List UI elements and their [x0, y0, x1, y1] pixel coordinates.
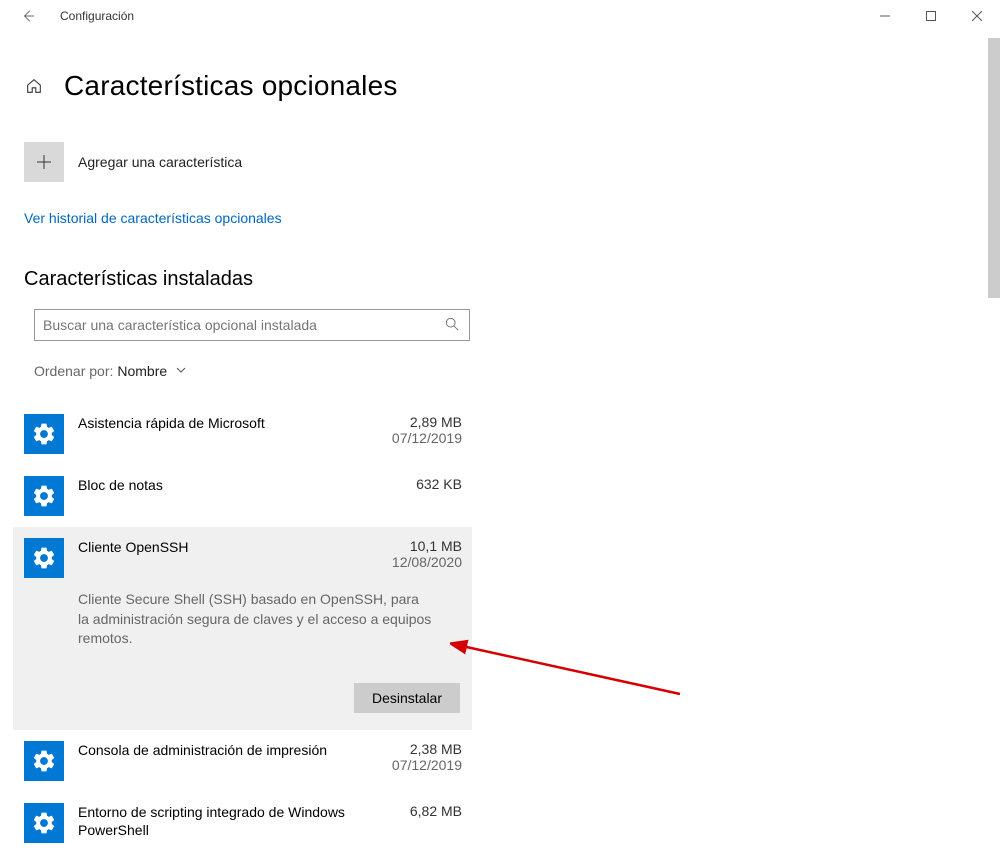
gear-icon [24, 741, 64, 781]
feature-item[interactable]: Entorno de scripting integrado de Window… [13, 792, 472, 854]
feature-name-wrap: Cliente OpenSSH [78, 538, 372, 556]
feature-meta: 6,82 MB [372, 803, 462, 819]
search-box[interactable] [34, 309, 470, 341]
gear-icon [24, 476, 64, 516]
window-controls [862, 0, 1000, 32]
scrollbar[interactable] [988, 38, 1000, 298]
plus-icon [24, 142, 64, 182]
add-feature-button[interactable]: Agregar una característica [24, 142, 976, 182]
feature-description: Cliente Secure Shell (SSH) basado en Ope… [78, 590, 462, 649]
feature-size: 10,1 MB [372, 538, 462, 554]
feature-row: Bloc de notas632 KB [24, 476, 462, 516]
feature-date: 12/08/2020 [372, 554, 462, 570]
maximize-button[interactable] [908, 0, 954, 32]
feature-size: 632 KB [372, 476, 462, 492]
search-icon [445, 317, 461, 333]
titlebar: Configuración [0, 0, 1000, 32]
history-link[interactable]: Ver historial de características opciona… [24, 210, 282, 226]
page-title: Características opcionales [64, 70, 398, 102]
chevron-down-icon [175, 363, 187, 379]
feature-row: Consola de administración de impresión2,… [24, 741, 462, 781]
feature-size: 2,38 MB [372, 741, 462, 757]
sort-label: Ordenar por: [34, 363, 113, 379]
feature-size: 6,82 MB [372, 803, 462, 819]
feature-name-wrap: Asistencia rápida de Microsoft [78, 414, 372, 432]
close-button[interactable] [954, 0, 1000, 32]
gear-icon [24, 803, 64, 843]
search-input[interactable] [43, 317, 445, 333]
app-title: Configuración [60, 9, 134, 23]
add-feature-label: Agregar una característica [78, 154, 242, 170]
feature-name-wrap: Consola de administración de impresión [78, 741, 372, 759]
feature-size: 2,89 MB [372, 414, 462, 430]
feature-name: Cliente OpenSSH [78, 538, 372, 556]
feature-name-wrap: Bloc de notas [78, 476, 372, 494]
home-icon[interactable] [24, 76, 44, 96]
feature-item[interactable]: Bloc de notas632 KB [13, 465, 472, 527]
back-button[interactable] [14, 2, 42, 30]
section-title: Características instaladas [24, 268, 976, 291]
feature-name: Bloc de notas [78, 476, 372, 494]
gear-icon [24, 414, 64, 454]
feature-meta: 632 KB [372, 476, 462, 492]
sort-dropdown[interactable]: Ordenar por: Nombre [34, 363, 976, 379]
feature-meta: 2,38 MB07/12/2019 [372, 741, 462, 773]
feature-name: Entorno de scripting integrado de Window… [78, 803, 372, 839]
feature-name-wrap: Entorno de scripting integrado de Window… [78, 803, 372, 839]
feature-name: Asistencia rápida de Microsoft [78, 414, 372, 432]
feature-row: Cliente OpenSSH10,1 MB12/08/2020 [24, 538, 462, 578]
feature-row: Asistencia rápida de Microsoft2,89 MB07/… [24, 414, 462, 454]
feature-item[interactable]: Cliente OpenSSH10,1 MB12/08/2020Cliente … [13, 527, 472, 730]
sort-value: Nombre [117, 363, 167, 379]
gear-icon [24, 538, 64, 578]
feature-date: 07/12/2019 [372, 430, 462, 446]
uninstall-row: Desinstalar [24, 683, 462, 713]
uninstall-button[interactable]: Desinstalar [354, 683, 460, 713]
feature-meta: 2,89 MB07/12/2019 [372, 414, 462, 446]
feature-row: Entorno de scripting integrado de Window… [24, 803, 462, 843]
feature-list: Asistencia rápida de Microsoft2,89 MB07/… [13, 403, 976, 854]
feature-item[interactable]: Consola de administración de impresión2,… [13, 730, 472, 792]
feature-item[interactable]: Asistencia rápida de Microsoft2,89 MB07/… [13, 403, 472, 465]
feature-name: Consola de administración de impresión [78, 741, 372, 759]
feature-date: 07/12/2019 [372, 757, 462, 773]
feature-meta: 10,1 MB12/08/2020 [372, 538, 462, 570]
minimize-button[interactable] [862, 0, 908, 32]
